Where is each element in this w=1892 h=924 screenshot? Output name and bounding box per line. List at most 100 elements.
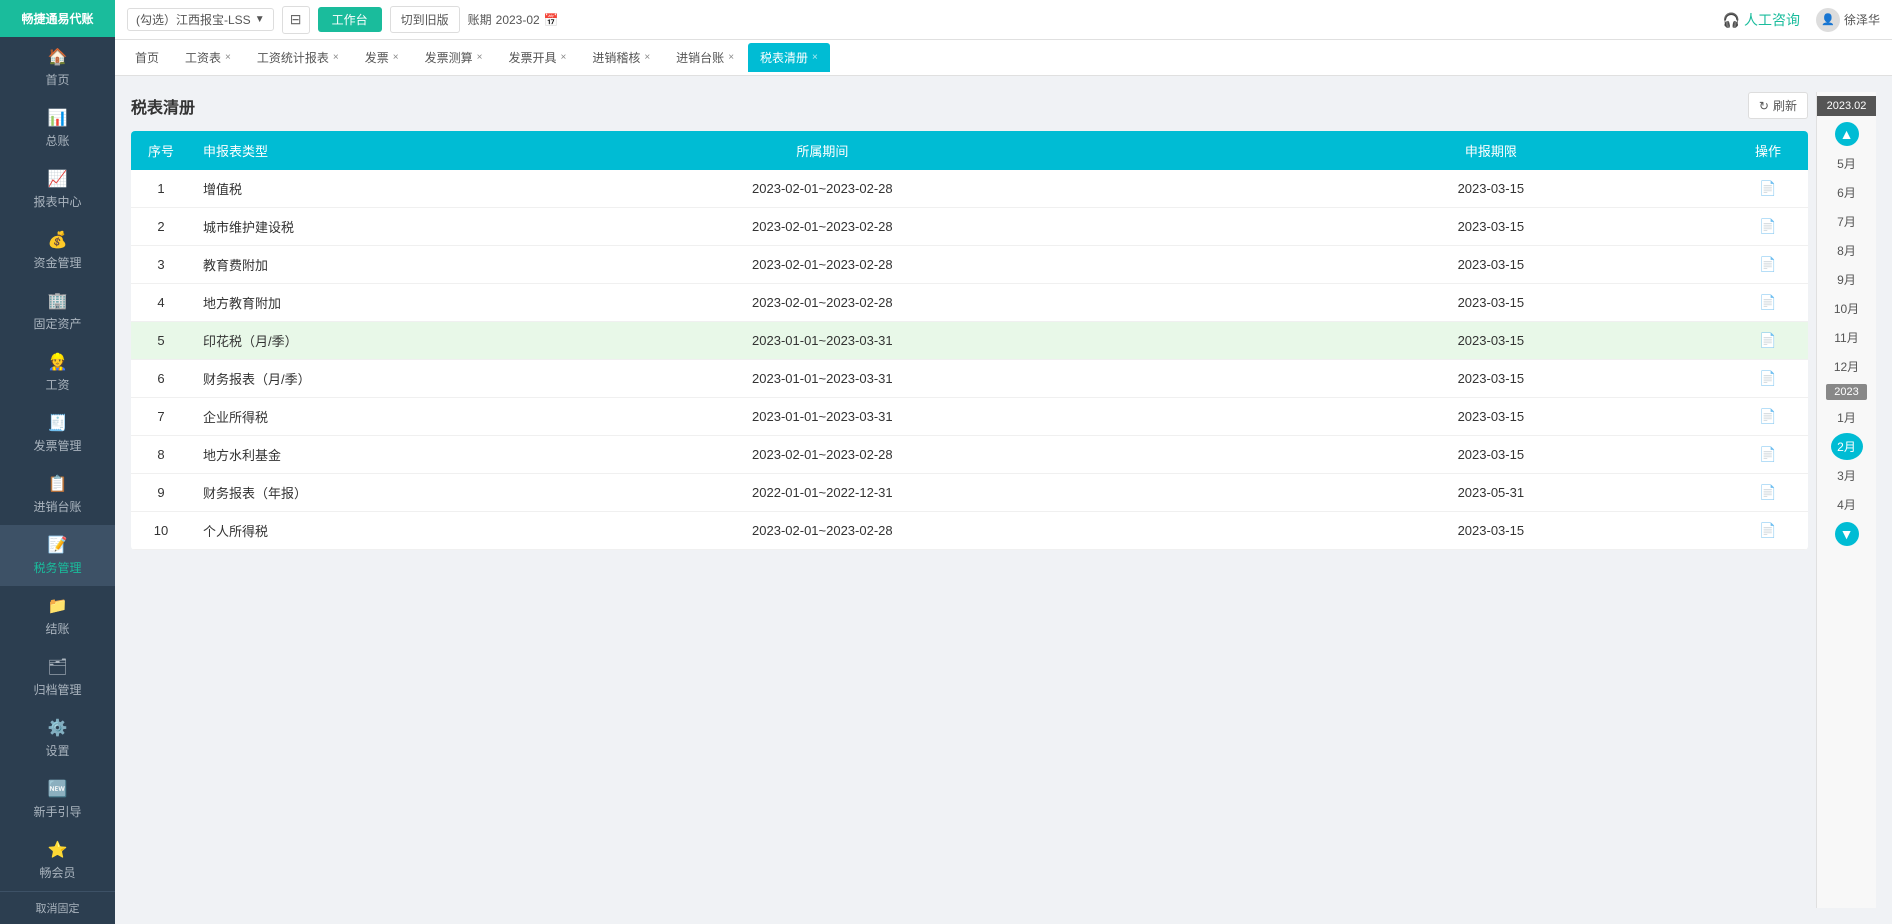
tab-purchase-sales-check[interactable]: 进销稽核 × xyxy=(580,43,662,72)
col-header-type: 申报表类型 xyxy=(191,131,391,170)
table-row: 1 增值税 2023-02-01~2023-02-28 2023-03-15 📄 xyxy=(131,170,1808,208)
cell-period: 2023-02-01~2023-02-28 xyxy=(391,246,1254,284)
close-icon[interactable]: × xyxy=(644,52,650,63)
action-doc-icon[interactable]: 📄 xyxy=(1759,522,1776,538)
tab-salary-stats[interactable]: 工资统计报表 × xyxy=(245,43,351,72)
action-doc-icon[interactable]: 📄 xyxy=(1759,332,1776,348)
sidebar-item-member[interactable]: ⭐ 畅会员 xyxy=(0,830,115,891)
cell-type: 财务报表（月/季） xyxy=(191,360,391,398)
tab-purchase-sales-ledger[interactable]: 进销台账 × xyxy=(664,43,746,72)
action-doc-icon[interactable]: 📄 xyxy=(1759,370,1776,386)
close-icon[interactable]: × xyxy=(560,52,566,63)
tab-invoice-calc[interactable]: 发票测算 × xyxy=(413,43,495,72)
workspace-button[interactable]: 工作台 xyxy=(318,7,382,32)
calendar-month-6[interactable]: 6月 xyxy=(1817,179,1876,206)
sidebar-item-reports[interactable]: 📈 报表中心 xyxy=(0,159,115,220)
cell-action[interactable]: 📄 xyxy=(1728,246,1808,284)
guide-icon: 🆕 xyxy=(48,779,68,799)
sidebar-item-purchase-sales[interactable]: 📋 进销台账 xyxy=(0,464,115,525)
cell-action[interactable]: 📄 xyxy=(1728,284,1808,322)
cell-action[interactable]: 📄 xyxy=(1728,398,1808,436)
close-icon[interactable]: × xyxy=(728,52,734,63)
cell-type: 地方教育附加 xyxy=(191,284,391,322)
sidebar-item-label: 报表中心 xyxy=(33,193,81,210)
cell-period: 2023-02-01~2023-02-28 xyxy=(391,284,1254,322)
close-icon[interactable]: × xyxy=(393,52,399,63)
tab-home[interactable]: 首页 xyxy=(123,43,171,72)
tab-invoice[interactable]: 发票 × xyxy=(353,43,411,72)
sidebar-item-assets[interactable]: 🏢 固定资产 xyxy=(0,281,115,342)
cell-action[interactable]: 📄 xyxy=(1728,474,1808,512)
tab-salary-table[interactable]: 工资表 × xyxy=(173,43,243,72)
calendar-month-2-active[interactable]: 2月 xyxy=(1831,433,1863,460)
cell-action[interactable]: 📄 xyxy=(1728,512,1808,550)
calendar-month-1[interactable]: 1月 xyxy=(1817,404,1876,431)
tab-invoice-issue[interactable]: 发票开具 × xyxy=(496,43,578,72)
cell-type: 地方水利基金 xyxy=(191,436,391,474)
action-doc-icon[interactable]: 📄 xyxy=(1759,256,1776,272)
sidebar-item-label: 发票管理 xyxy=(33,437,81,454)
cell-type: 教育费附加 xyxy=(191,246,391,284)
col-header-action: 操作 xyxy=(1728,131,1808,170)
sidebar-item-home[interactable]: 🏠 首页 xyxy=(0,37,115,98)
cell-deadline: 2023-03-15 xyxy=(1254,436,1728,474)
action-doc-icon[interactable]: 📄 xyxy=(1759,484,1776,500)
sidebar-item-tax[interactable]: 📝 税务管理 xyxy=(0,525,115,586)
sidebar-item-label: 总账 xyxy=(45,132,69,149)
copy-icon[interactable]: ⊟ xyxy=(282,6,310,34)
closing-icon: 📁 xyxy=(48,596,68,616)
sidebar-item-guide[interactable]: 🆕 新手引导 xyxy=(0,769,115,830)
calendar-month-10[interactable]: 10月 xyxy=(1817,295,1876,322)
cell-period: 2023-01-01~2023-03-31 xyxy=(391,360,1254,398)
table-row: 6 财务报表（月/季） 2023-01-01~2023-03-31 2023-0… xyxy=(131,360,1808,398)
sidebar-item-settings[interactable]: ⚙️ 设置 xyxy=(0,708,115,769)
cell-seq: 8 xyxy=(131,436,191,474)
cell-action[interactable]: 📄 xyxy=(1728,322,1808,360)
calendar-month-8[interactable]: 8月 xyxy=(1817,237,1876,264)
unpin-button[interactable]: 取消固定 xyxy=(0,891,115,924)
sidebar-item-label: 工资 xyxy=(45,376,69,393)
sidebar-item-archive[interactable]: 🗂 归档管理 xyxy=(0,647,115,708)
cell-action[interactable]: 📄 xyxy=(1728,170,1808,208)
user-profile[interactable]: 👤 徐泽华 xyxy=(1816,8,1880,32)
calendar-month-9[interactable]: 9月 xyxy=(1817,266,1876,293)
sidebar-item-closing[interactable]: 📁 结账 xyxy=(0,586,115,647)
action-doc-icon[interactable]: 📄 xyxy=(1759,294,1776,310)
sidebar-item-salary[interactable]: 👷 工资 xyxy=(0,342,115,403)
action-doc-icon[interactable]: 📄 xyxy=(1759,446,1776,462)
sidebar-item-invoice[interactable]: 🧾 发票管理 xyxy=(0,403,115,464)
cell-seq: 10 xyxy=(131,512,191,550)
calendar-month-11[interactable]: 11月 xyxy=(1817,324,1876,351)
calendar-up-button[interactable]: ▲ xyxy=(1835,122,1859,146)
cell-action[interactable]: 📄 xyxy=(1728,208,1808,246)
refresh-button[interactable]: ↻ 刷新 xyxy=(1748,92,1808,119)
sidebar-item-label: 首页 xyxy=(45,71,69,88)
action-doc-icon[interactable]: 📄 xyxy=(1759,408,1776,424)
calendar-month-3[interactable]: 3月 xyxy=(1817,462,1876,489)
close-tab-tax-icon[interactable]: × xyxy=(812,52,818,63)
cell-deadline: 2023-03-15 xyxy=(1254,208,1728,246)
calendar-month-12[interactable]: 12月 xyxy=(1817,353,1876,380)
action-doc-icon[interactable]: 📄 xyxy=(1759,218,1776,234)
switch-old-button[interactable]: 切到旧版 xyxy=(390,6,460,33)
action-doc-icon[interactable]: 📄 xyxy=(1759,180,1776,196)
close-icon[interactable]: × xyxy=(225,52,231,63)
cell-action[interactable]: 📄 xyxy=(1728,360,1808,398)
tab-tax-register[interactable]: 税表清册 × xyxy=(748,43,830,72)
close-icon[interactable]: × xyxy=(477,52,483,63)
calendar-month-7[interactable]: 7月 xyxy=(1817,208,1876,235)
ai-consult-button[interactable]: 🎧 人工咨询 xyxy=(1723,10,1800,30)
close-icon[interactable]: × xyxy=(333,52,339,63)
content-area: 税表清册 ↻ 刷新 序号 申报表类型 所属期间 申报期限 操作 xyxy=(115,76,1892,924)
calendar-down-button[interactable]: ▼ xyxy=(1835,522,1859,546)
calendar-month-5[interactable]: 5月 xyxy=(1817,150,1876,177)
sidebar-item-ledger[interactable]: 📊 总账 xyxy=(0,98,115,159)
table-row: 2 城市维护建设税 2023-02-01~2023-02-28 2023-03-… xyxy=(131,208,1808,246)
calendar-month-4[interactable]: 4月 xyxy=(1817,491,1876,518)
page-main: 税表清册 ↻ 刷新 序号 申报表类型 所属期间 申报期限 操作 xyxy=(131,92,1808,908)
sidebar-item-funds[interactable]: 💰 资金管理 xyxy=(0,220,115,281)
cell-action[interactable]: 📄 xyxy=(1728,436,1808,474)
company-selector[interactable]: (勾选）江西报宝-LSS ▼ xyxy=(127,8,274,31)
purchase-sales-icon: 📋 xyxy=(48,474,68,494)
table-row: 9 财务报表（年报） 2022-01-01~2022-12-31 2023-05… xyxy=(131,474,1808,512)
